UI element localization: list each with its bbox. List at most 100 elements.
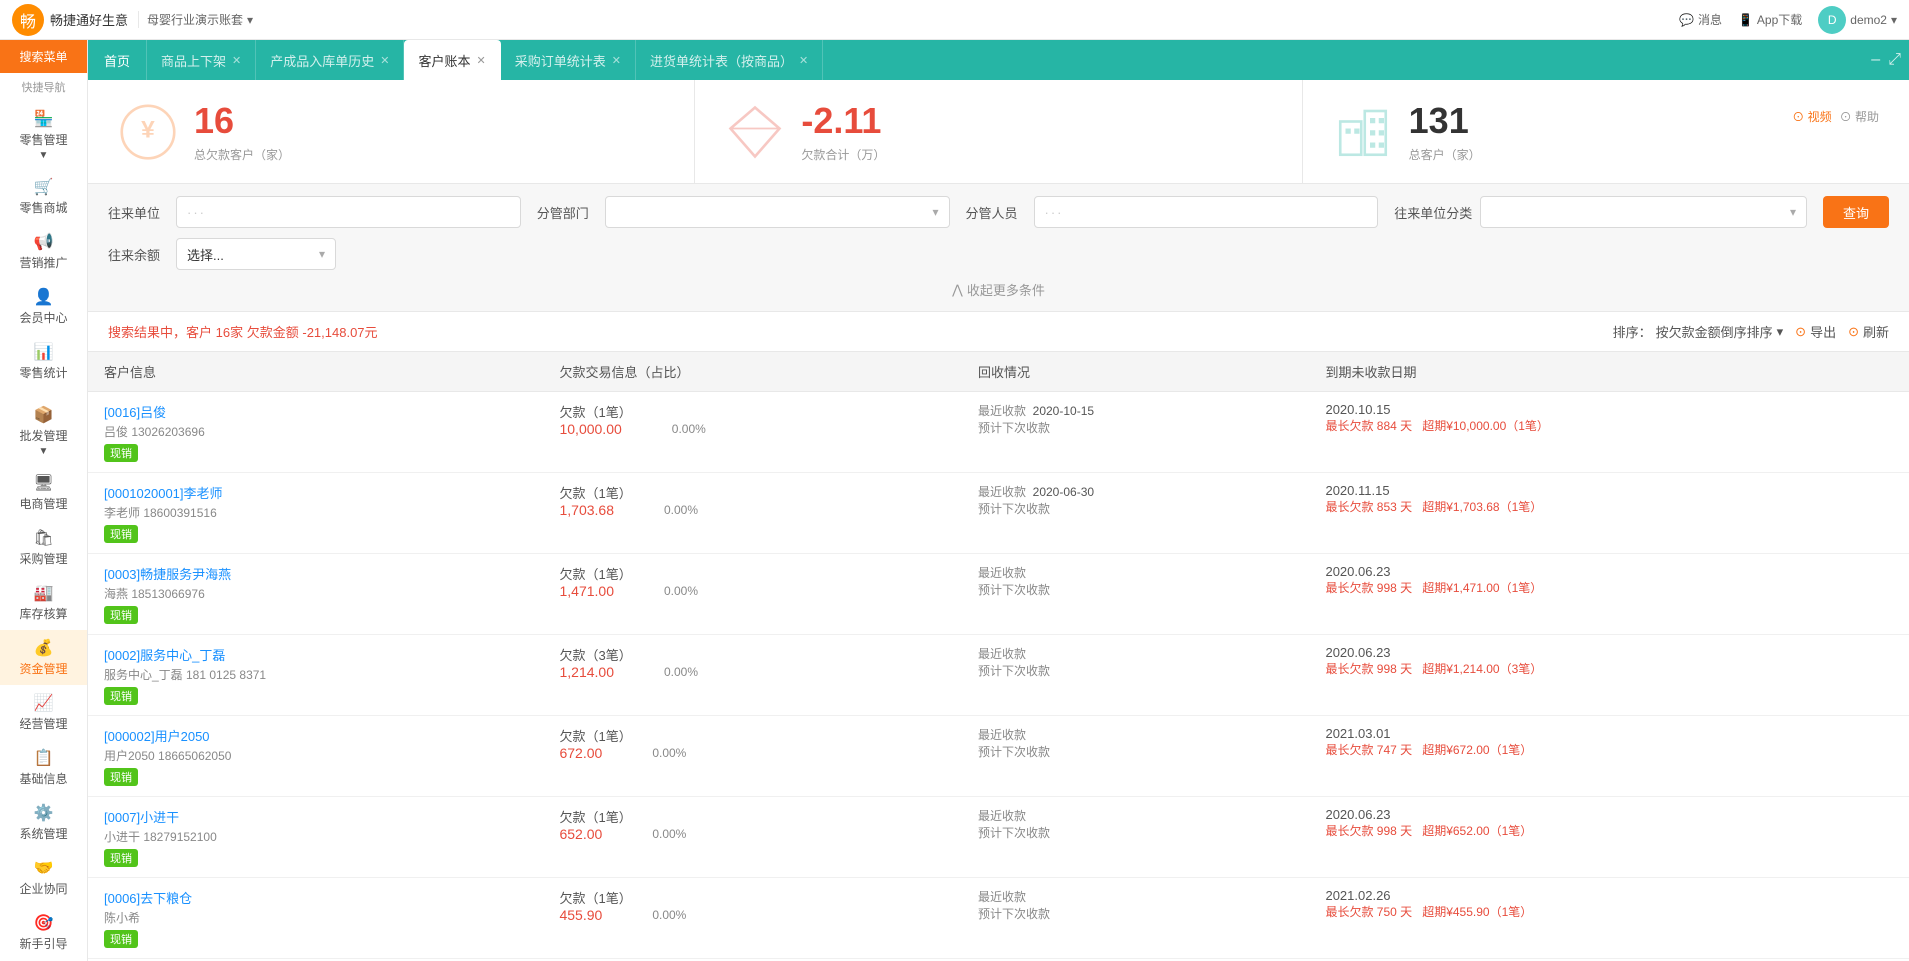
overdue-amount-link[interactable]: 超期¥672.00（1笔）	[1422, 743, 1532, 757]
next-collection: 预计下次收款	[978, 419, 1294, 436]
tab-close-icon[interactable]: ✕	[380, 54, 389, 67]
app-download-button[interactable]: 📱 App下载	[1738, 11, 1802, 28]
overdue-amount-link[interactable]: 超期¥1,703.68（1笔）	[1422, 500, 1542, 514]
overdue-amount-link[interactable]: 455.90	[559, 907, 602, 923]
overdue-amount-link[interactable]: 超期¥1,214.00（3笔）	[1422, 662, 1542, 676]
last-collection: 最近收款	[978, 645, 1294, 662]
tab-product-status[interactable]: 商品上下架 ✕	[147, 40, 256, 80]
overdue-trade-cell: 欠款（3笔） 1,214.00 0.00%	[543, 635, 961, 716]
overdue-days: 最长欠款 998 天	[1325, 662, 1412, 676]
overdue-date-cell: 2020.06.23 最长欠款 998 天 超期¥1,214.00（3笔）	[1309, 635, 1909, 716]
overdue-count: 欠款（1笔）	[559, 726, 945, 745]
customer-name-link[interactable]: [000002]用户2050	[104, 726, 527, 745]
sidebar-item-ecommerce[interactable]: 🖥 电商管理	[0, 465, 87, 520]
sidebar-item-ops[interactable]: 📈 经营管理	[0, 685, 87, 740]
export-button[interactable]: ⊙ 导出	[1795, 322, 1836, 341]
next-collection: 预计下次收款	[978, 662, 1294, 679]
chevron-down-icon: ▾	[319, 247, 325, 261]
collapse-filters-button[interactable]: ⋀ 收起更多条件	[108, 280, 1889, 299]
overdue-days: 最长欠款 998 天	[1325, 581, 1412, 595]
overdue-amount-link[interactable]: 1,703.68	[559, 502, 614, 518]
customer-badge: 现销	[104, 768, 138, 786]
maximize-icon[interactable]: ⤢	[1888, 51, 1901, 69]
tab-close-icon[interactable]: ✕	[232, 54, 241, 67]
tab-purchase-stats[interactable]: 采购订单统计表 ✕	[501, 40, 636, 80]
overdue-amount-link[interactable]: 672.00	[559, 745, 602, 761]
results-actions: 排序： 按欠款金额倒序排序 ▾ ⊙ 导出 ⊙ 刷新	[1613, 322, 1889, 341]
overdue-days: 最长欠款 853 天	[1325, 500, 1412, 514]
overdue-amount-link[interactable]: 超期¥455.90（1笔）	[1422, 905, 1532, 919]
source-unit-input[interactable]: ···	[176, 196, 521, 228]
sidebar-item-retail-mgmt[interactable]: 🏪 零售管理 ▼	[0, 101, 87, 169]
chevron-down-icon: ▾	[1790, 205, 1796, 219]
division-select[interactable]: ▾	[605, 196, 950, 228]
tab-bar-right: – ⤢	[1871, 51, 1909, 69]
tab-close-icon[interactable]: ✕	[799, 54, 808, 67]
sidebar-item-retail-mall[interactable]: 🛒 零售商城	[0, 169, 87, 224]
minimize-icon[interactable]: –	[1871, 51, 1880, 69]
tab-close-icon[interactable]: ✕	[477, 54, 486, 67]
help-btn[interactable]: ⊙ 帮助	[1840, 108, 1879, 125]
last-collection: 最近收款	[978, 564, 1294, 581]
sidebar-item-batch-mgmt[interactable]: 📦 批发管理 ▼	[0, 397, 87, 465]
manager-input[interactable]: ···	[1034, 196, 1379, 228]
customer-phone: 用户2050 18665062050	[104, 747, 527, 764]
tab-customer-account[interactable]: 客户账本 ✕	[404, 40, 500, 80]
chevron-down-icon: ▾	[1891, 13, 1897, 27]
balance-select[interactable]: 选择... ▾	[176, 238, 336, 270]
ops-icon: 📈	[34, 693, 54, 713]
sidebar-item-inventory[interactable]: 🏭 库存核算	[0, 575, 87, 630]
customer-phone: 小进干 18279152100	[104, 828, 527, 845]
customer-name-link[interactable]: [0016]吕俊	[104, 402, 527, 421]
sort-selector[interactable]: 排序： 按欠款金额倒序排序 ▾	[1613, 322, 1784, 341]
overdue-amount-link[interactable]: 超期¥652.00（1笔）	[1422, 824, 1532, 838]
tab-bar: 首页 商品上下架 ✕ 产成品入库单历史 ✕ 客户账本 ✕ 采购订单统计表 ✕	[88, 40, 1909, 80]
sidebar-item-enterprise[interactable]: 🤝 企业协同	[0, 850, 87, 905]
overdue-amount-link[interactable]: 652.00	[559, 826, 602, 842]
table-row: [000002]用户2050 用户2050 18665062050 现销 欠款（…	[88, 716, 1909, 797]
store-selector[interactable]: 母婴行业演示账套 ▾	[138, 11, 261, 28]
sidebar-item-member[interactable]: 👤 会员中心	[0, 279, 87, 334]
sidebar-item-newbie[interactable]: 🎯 新手引导	[0, 905, 87, 960]
tab-production-history[interactable]: 产成品入库单历史 ✕	[256, 40, 404, 80]
customer-name-link[interactable]: [0003]畅捷服务尹海燕	[104, 564, 527, 583]
overdue-amount-link[interactable]: 1,471.00	[559, 583, 614, 599]
sidebar-item-finance[interactable]: 💰 资金管理	[0, 630, 87, 685]
sidebar-item-system[interactable]: ⚙️ 系统管理	[0, 795, 87, 850]
unit-category-select[interactable]: ▾	[1480, 196, 1807, 228]
balance-label: 往来余额	[108, 245, 168, 264]
top-bar-right: 💬 消息 📱 App下载 D demo2 ▾	[1679, 6, 1897, 34]
sidebar-item-marketing[interactable]: 📢 营销推广	[0, 224, 87, 279]
collection-date: 2020-10-15	[1029, 404, 1094, 418]
batch-icon: 📦	[34, 405, 54, 425]
overdue-percent: 0.00%	[664, 503, 698, 517]
user-menu[interactable]: D demo2 ▾	[1818, 6, 1897, 34]
tab-home[interactable]: 首页	[88, 40, 147, 80]
customer-badge: 现销	[104, 930, 138, 948]
stat-overdue-amount: -2.11 欠款合计（万）	[695, 80, 1302, 183]
sidebar-item-basic-info[interactable]: 📋 基础信息	[0, 740, 87, 795]
tab-inbound-stats[interactable]: 进货单统计表（按商品） ✕	[636, 40, 823, 80]
overdue-amount-link[interactable]: 超期¥10,000.00（1笔）	[1422, 419, 1549, 433]
overdue-percent: 0.00%	[652, 827, 686, 841]
refresh-button[interactable]: ⊙ 刷新	[1848, 322, 1889, 341]
finance-icon: 💰	[34, 638, 54, 658]
overdue-amount-link[interactable]: 10,000.00	[559, 421, 621, 437]
sidebar-item-purchase[interactable]: 🛍 采购管理	[0, 520, 87, 575]
overdue-amount-link[interactable]: 超期¥1,471.00（1笔）	[1422, 581, 1542, 595]
search-button[interactable]: 查询	[1823, 196, 1889, 228]
overdue-amount-link[interactable]: 1,214.00	[559, 664, 614, 680]
customer-name-link[interactable]: [0007]小进干	[104, 807, 527, 826]
content-area: 首页 商品上下架 ✕ 产成品入库单历史 ✕ 客户账本 ✕ 采购订单统计表 ✕	[88, 40, 1909, 961]
sidebar-item-retail-stats[interactable]: 📊 零售统计	[0, 334, 87, 389]
customer-name-link[interactable]: [0006]去下粮仓	[104, 888, 527, 907]
customer-name-link[interactable]: [0002]服务中心_丁磊	[104, 645, 527, 664]
filter-division: 分管部门 ▾	[537, 196, 950, 228]
message-button[interactable]: 💬 消息	[1679, 11, 1722, 28]
marketing-icon: 📢	[34, 232, 54, 252]
customer-name-link[interactable]: [0001020001]李老师	[104, 483, 527, 502]
table-row: [0006]去下粮仓 陈小希 现销 欠款（1笔） 455.90 0.00% 最近…	[88, 878, 1909, 959]
video-help-btn[interactable]: ⊙ 视频	[1792, 108, 1831, 125]
sidebar-search[interactable]: 搜索菜单	[0, 40, 87, 73]
tab-close-icon[interactable]: ✕	[612, 54, 621, 67]
